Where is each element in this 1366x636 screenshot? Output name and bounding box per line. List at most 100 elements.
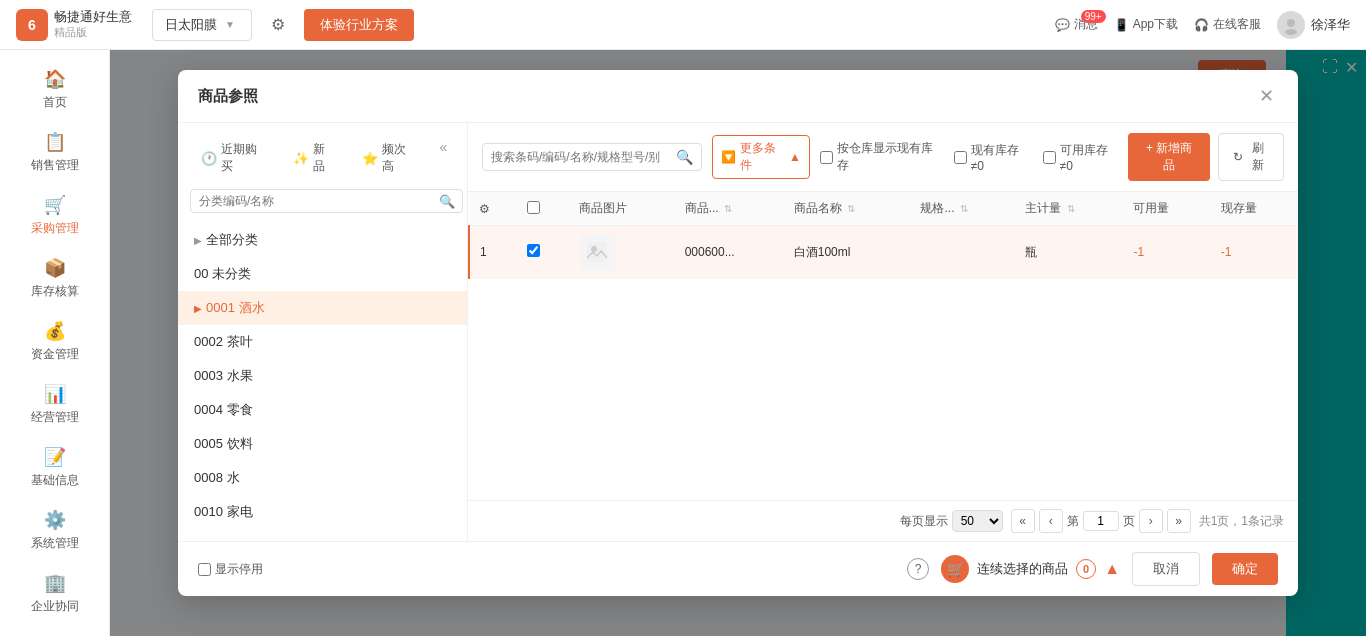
cancel-button[interactable]: 取消: [1132, 552, 1200, 586]
category-item-0003[interactable]: 0003 水果: [178, 359, 467, 393]
per-page-dropdown[interactable]: 50 100 200: [952, 510, 1003, 532]
cell-rownum: 1: [469, 226, 517, 279]
category-search-icon: 🔍: [439, 194, 455, 209]
col-name[interactable]: 商品名称 ⇅: [784, 192, 911, 226]
sidebar-item-system[interactable]: ⚙️ 系统管理: [0, 499, 109, 562]
user-area[interactable]: 徐泽华: [1277, 11, 1350, 39]
tab-new-label: 新品: [313, 141, 336, 175]
filter-button[interactable]: 🔽 更多条件 ▲: [712, 135, 810, 179]
sidebar-item-enterprise[interactable]: 🏢 企业协同: [0, 562, 109, 625]
col-code[interactable]: 商品... ⇅: [675, 192, 784, 226]
checkbox-warehouse[interactable]: 按仓库显示现有库存: [820, 140, 940, 174]
category-item-0002-label: 0002 茶叶: [194, 333, 253, 351]
help-icon[interactable]: ?: [907, 558, 929, 580]
page-prev-button[interactable]: ‹: [1039, 509, 1063, 533]
refresh-button[interactable]: ↻ 刷新: [1218, 133, 1284, 181]
message-item[interactable]: 💬 消息 99+: [1055, 16, 1098, 33]
gear-icon[interactable]: ⚙: [262, 9, 294, 41]
sidebar-item-finance[interactable]: 💰 资金管理: [0, 310, 109, 373]
category-item-0005-label: 0005 饮料: [194, 435, 253, 453]
page-suffix: 页: [1123, 513, 1135, 530]
category-item-all[interactable]: ▶ 全部分类: [178, 223, 467, 257]
show-disabled-input[interactable]: [198, 563, 211, 576]
col-image: 商品图片: [569, 192, 675, 226]
page-first-button[interactable]: «: [1011, 509, 1035, 533]
cell-check[interactable]: [517, 226, 568, 279]
checkbox-stock-nonzero-input[interactable]: [954, 151, 967, 164]
cell-unit: 瓶: [1015, 226, 1123, 279]
table-row[interactable]: 1: [469, 226, 1298, 279]
cell-stock: -1: [1211, 226, 1298, 279]
checkbox-available-nonzero[interactable]: 可用库存≠0: [1043, 142, 1118, 173]
category-item-00[interactable]: 00 未分类: [178, 257, 467, 291]
col-check: [517, 192, 568, 226]
sidebar-item-guide[interactable]: 🎯 新手引导: [0, 625, 109, 636]
sidebar-item-purchase[interactable]: 🛒 采购管理: [0, 184, 109, 247]
page-number-input[interactable]: [1083, 511, 1119, 531]
sidebar-item-home[interactable]: 🏠 首页: [0, 58, 109, 121]
refresh-label: 刷新: [1247, 140, 1269, 174]
category-item-0003-label: 0003 水果: [194, 367, 253, 385]
user-name: 徐泽华: [1311, 16, 1350, 34]
search-input[interactable]: [483, 145, 668, 169]
category-item-0004[interactable]: 0004 零食: [178, 393, 467, 427]
category-item-0001[interactable]: ▶ 0001 酒水: [178, 291, 467, 325]
collapse-panel-icon[interactable]: «: [432, 135, 455, 159]
sidebar-item-business[interactable]: 📊 经营管理: [0, 373, 109, 436]
checkbox-stock-nonzero[interactable]: 现有库存≠0: [954, 142, 1029, 173]
cell-code: 000600...: [675, 226, 784, 279]
dialog-close-icon[interactable]: ✕: [1254, 84, 1278, 108]
add-product-button[interactable]: + 新增商品: [1128, 133, 1211, 181]
home-icon: 🏠: [44, 68, 66, 90]
cart-label: 连续选择的商品: [977, 560, 1068, 578]
svg-point-3: [591, 246, 597, 252]
cart-count: 0: [1076, 559, 1096, 579]
per-page-select: 每页显示 50 100 200: [900, 510, 1003, 532]
confirm-button[interactable]: 确定: [1212, 553, 1278, 585]
category-list: ▶ 全部分类 00 未分类 ▶ 0001 酒水 0002 茶: [178, 223, 467, 529]
page-last-button[interactable]: »: [1167, 509, 1191, 533]
online-service-label: 在线客服: [1213, 16, 1261, 33]
sidebar-item-purchase-label: 采购管理: [31, 220, 79, 237]
search-button[interactable]: 🔍: [668, 144, 701, 170]
cart-area: 🛒 连续选择的商品 0 ▲: [941, 555, 1120, 583]
search-box: 🔍: [482, 143, 702, 171]
page-next-button[interactable]: ›: [1139, 509, 1163, 533]
product-thumbnail: [579, 234, 615, 270]
app-download-item[interactable]: 📱 App下载: [1114, 16, 1178, 33]
sidebar-item-inventory[interactable]: 📦 库存核算: [0, 247, 109, 310]
expand-arrow-icon: ▶: [194, 235, 202, 246]
top-header: 6 畅捷通好生意 精品版 日太阳膜 ▼ ⚙ 体验行业方案 💬 消息 99+ 📱 …: [0, 0, 1366, 50]
sales-icon: 📋: [44, 131, 66, 153]
tab-recent[interactable]: 🕐 近期购买: [190, 135, 278, 181]
collapse-footer-icon[interactable]: ▲: [1104, 560, 1120, 578]
sidebar-item-sales[interactable]: 📋 销售管理: [0, 121, 109, 184]
category-item-0008[interactable]: 0008 水: [178, 461, 467, 495]
category-panel: 🕐 近期购买 ✨ 新品 ⭐ 频次高 «: [178, 123, 468, 541]
col-spec[interactable]: 规格... ⇅: [910, 192, 1015, 226]
online-service-item[interactable]: 🎧 在线客服: [1194, 16, 1261, 33]
svg-point-0: [1287, 19, 1295, 27]
col-gear[interactable]: ⚙: [469, 192, 517, 226]
category-item-0002[interactable]: 0002 茶叶: [178, 325, 467, 359]
app-icon: 📱: [1114, 18, 1129, 32]
tab-new[interactable]: ✨ 新品: [282, 135, 347, 181]
category-item-0010[interactable]: 0010 家电: [178, 495, 467, 529]
category-item-0005[interactable]: 0005 饮料: [178, 427, 467, 461]
checkbox-available-nonzero-input[interactable]: [1043, 151, 1056, 164]
tab-frequent[interactable]: ⭐ 频次高: [351, 135, 428, 181]
category-search-input[interactable]: [190, 189, 463, 213]
show-disabled-checkbox[interactable]: 显示停用: [198, 561, 263, 578]
checkbox-warehouse-input[interactable]: [820, 151, 833, 164]
trial-button[interactable]: 体验行业方案: [304, 9, 414, 41]
inventory-icon: 📦: [44, 257, 66, 279]
sidebar-item-basic[interactable]: 📝 基础信息: [0, 436, 109, 499]
main-layout: 🏠 首页 📋 销售管理 🛒 采购管理 📦 库存核算 💰 资金管理 📊 经营管理 …: [0, 50, 1366, 636]
row-checkbox[interactable]: [527, 244, 540, 257]
col-unit[interactable]: 主计量 ⇅: [1015, 192, 1123, 226]
select-all-checkbox[interactable]: [527, 201, 540, 214]
nav-selector[interactable]: 日太阳膜 ▼: [152, 9, 252, 41]
finance-icon: 💰: [44, 320, 66, 342]
sidebar-item-finance-label: 资金管理: [31, 346, 79, 363]
checkbox-stock-nonzero-label: 现有库存≠0: [971, 142, 1029, 173]
